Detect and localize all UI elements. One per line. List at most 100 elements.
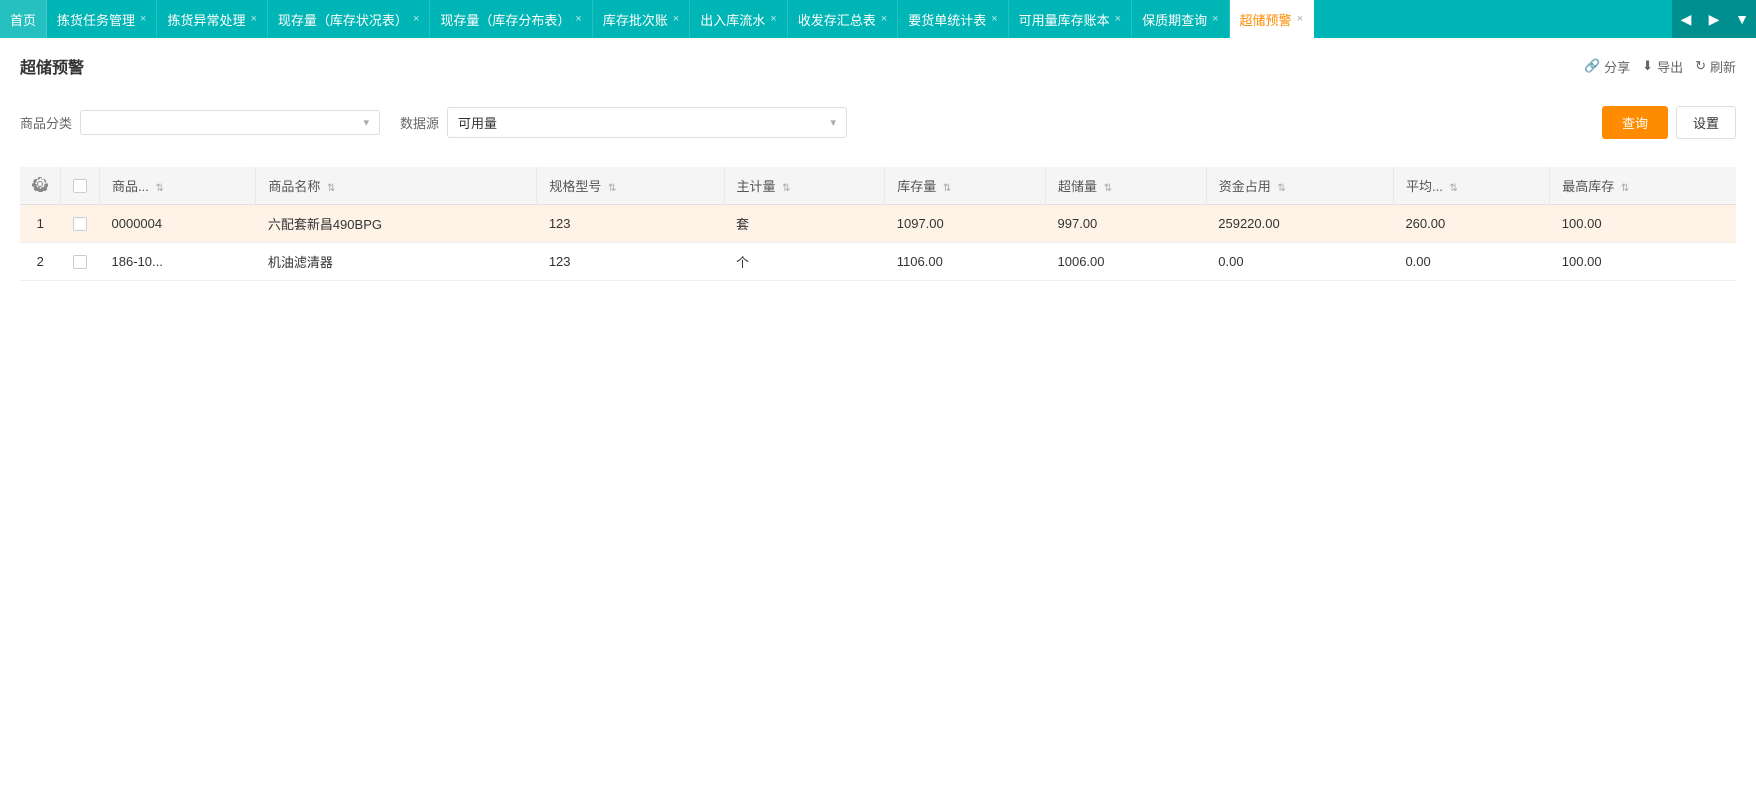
cell-capital-1: 259220.00 (1206, 205, 1393, 243)
refresh-button[interactable]: ↻ 刷新 (1695, 57, 1736, 76)
col-header-checkbox[interactable] (61, 167, 100, 205)
close-icon[interactable]: × (881, 13, 887, 25)
cell-unit-2: 个 (724, 243, 885, 281)
cell-code-1: 0000004 (100, 205, 256, 243)
filter-bar: 商品分类 ▾ 数据源 可用量 ▾ 查询 设置 (20, 94, 1736, 151)
nav-arrows: ◀ ▶ ▼ (1672, 0, 1756, 38)
nav-item-pick-task[interactable]: 拣货任务管理 × (47, 0, 157, 38)
row-select-checkbox[interactable] (73, 217, 87, 231)
cell-name-2: 机油滤清器 (256, 243, 537, 281)
settings-button[interactable]: 设置 (1676, 106, 1736, 139)
nav-item-pick-exception[interactable]: 拣货异常处理 × (157, 0, 267, 38)
table-header-row: 商品... ⇅ 商品名称 ⇅ 规格型号 ⇅ 主计量 ⇅ 库存量 ⇅ (20, 167, 1736, 205)
close-icon[interactable]: × (770, 13, 776, 25)
page-header: 超储预警 🔗 分享 ⬇ 导出 ↻ 刷新 (20, 54, 1736, 78)
refresh-icon: ↻ (1695, 58, 1706, 74)
datasource-label: 数据源 (400, 113, 439, 132)
sort-icon: ⇅ (943, 183, 951, 194)
row-select-checkbox[interactable] (73, 255, 87, 269)
sort-icon: ⇅ (1449, 183, 1457, 194)
page-title: 超储预警 (20, 54, 84, 78)
col-header-capital[interactable]: 资金占用 ⇅ (1206, 167, 1393, 205)
row-checkbox-1[interactable] (61, 205, 100, 243)
sort-icon: ⇅ (327, 183, 335, 194)
filter-datasource: 数据源 可用量 ▾ (400, 107, 847, 138)
cell-avg-1: 260.00 (1393, 205, 1549, 243)
filter-commodity: 商品分类 ▾ (20, 110, 380, 135)
cell-max-stock-1: 100.00 (1550, 205, 1736, 243)
select-all-checkbox[interactable] (73, 179, 87, 193)
datasource-select-value: 可用量 (458, 113, 497, 132)
nav-item-order-stat[interactable]: 要货单统计表 × (898, 0, 1008, 38)
commodity-label: 商品分类 (20, 113, 72, 132)
close-icon[interactable]: × (140, 13, 146, 25)
data-table: 商品... ⇅ 商品名称 ⇅ 规格型号 ⇅ 主计量 ⇅ 库存量 ⇅ (20, 167, 1736, 281)
filter-buttons: 查询 设置 (1602, 106, 1736, 139)
col-header-max-stock[interactable]: 最高库存 ⇅ (1550, 167, 1736, 205)
cell-spec-1: 123 (537, 205, 724, 243)
nav-item-available[interactable]: 可用量库存账本 × (1009, 0, 1132, 38)
share-icon: 🔗 (1584, 58, 1600, 74)
query-button[interactable]: 查询 (1602, 106, 1668, 139)
datasource-select[interactable]: 可用量 ▾ (447, 107, 847, 138)
share-button[interactable]: 🔗 分享 (1584, 57, 1630, 76)
col-header-stock[interactable]: 库存量 ⇅ (885, 167, 1046, 205)
table-row: 2 186-10... 机油滤清器 123 个 1106.00 1006.00 … (20, 243, 1736, 281)
table-row: 1 0000004 六配套新昌490BPG 123 套 1097.00 997.… (20, 205, 1736, 243)
row-num-2: 2 (20, 243, 61, 281)
nav-item-home[interactable]: 首页 (0, 0, 47, 38)
nav-item-flow[interactable]: 出入库流水 × (690, 0, 787, 38)
sort-icon: ⇅ (155, 183, 163, 194)
col-header-avg[interactable]: 平均... ⇅ (1393, 167, 1549, 205)
nav-next-button[interactable]: ▶ (1700, 0, 1728, 38)
col-header-code[interactable]: 商品... ⇅ (100, 167, 256, 205)
nav-item-stock-dist[interactable]: 现存量（库存分布表） × (430, 0, 592, 38)
nav-item-batch[interactable]: 库存批次账 × (593, 0, 690, 38)
row-num-1: 1 (20, 205, 61, 243)
col-header-over[interactable]: 超储量 ⇅ (1046, 167, 1207, 205)
nav-item-expiry[interactable]: 保质期查询 × (1132, 0, 1229, 38)
nav-item-collect[interactable]: 收发存汇总表 × (788, 0, 898, 38)
nav-prev-button[interactable]: ◀ (1672, 0, 1700, 38)
sort-icon: ⇅ (1277, 183, 1285, 194)
cell-over-1: 997.00 (1046, 205, 1207, 243)
page-content: 超储预警 🔗 分享 ⬇ 导出 ↻ 刷新 商品分类 ▾ 数据源 (0, 38, 1756, 800)
nav-item-stock-status[interactable]: 现存量（库存状况表） × (268, 0, 430, 38)
gear-icon (32, 176, 48, 192)
commodity-select[interactable]: ▾ (80, 110, 380, 135)
close-icon[interactable]: × (1212, 13, 1218, 25)
nav-item-overstock[interactable]: 超储预警 × (1230, 0, 1314, 38)
cell-spec-2: 123 (537, 243, 724, 281)
cell-stock-2: 1106.00 (885, 243, 1046, 281)
cell-avg-2: 0.00 (1393, 243, 1549, 281)
chevron-down-icon: ▾ (363, 116, 369, 129)
nav-more-button[interactable]: ▼ (1728, 0, 1756, 38)
sort-icon: ⇅ (1621, 183, 1629, 194)
header-actions: 🔗 分享 ⬇ 导出 ↻ 刷新 (1584, 57, 1736, 76)
close-icon[interactable]: × (1115, 13, 1121, 25)
close-icon[interactable]: × (413, 13, 419, 25)
col-header-unit[interactable]: 主计量 ⇅ (724, 167, 885, 205)
cell-max-stock-2: 100.00 (1550, 243, 1736, 281)
cell-stock-1: 1097.00 (885, 205, 1046, 243)
close-icon[interactable]: × (575, 13, 581, 25)
export-icon: ⬇ (1642, 58, 1653, 74)
close-icon[interactable]: × (991, 13, 997, 25)
close-icon[interactable]: × (250, 13, 256, 25)
chevron-down-icon: ▾ (831, 116, 837, 129)
close-icon[interactable]: × (1297, 13, 1303, 25)
col-header-spec[interactable]: 规格型号 ⇅ (537, 167, 724, 205)
close-icon[interactable]: × (673, 13, 679, 25)
cell-unit-1: 套 (724, 205, 885, 243)
col-header-gear[interactable] (20, 167, 61, 205)
cell-name-1: 六配套新昌490BPG (256, 205, 537, 243)
sort-icon: ⇅ (608, 183, 616, 194)
cell-code-2: 186-10... (100, 243, 256, 281)
cell-over-2: 1006.00 (1046, 243, 1207, 281)
sort-icon: ⇅ (782, 183, 790, 194)
export-button[interactable]: ⬇ 导出 (1642, 57, 1683, 76)
top-navigation: 首页 拣货任务管理 × 拣货异常处理 × 现存量（库存状况表） × 现存量（库存… (0, 0, 1756, 38)
col-header-name[interactable]: 商品名称 ⇅ (256, 167, 537, 205)
row-checkbox-2[interactable] (61, 243, 100, 281)
sort-icon: ⇅ (1104, 183, 1112, 194)
